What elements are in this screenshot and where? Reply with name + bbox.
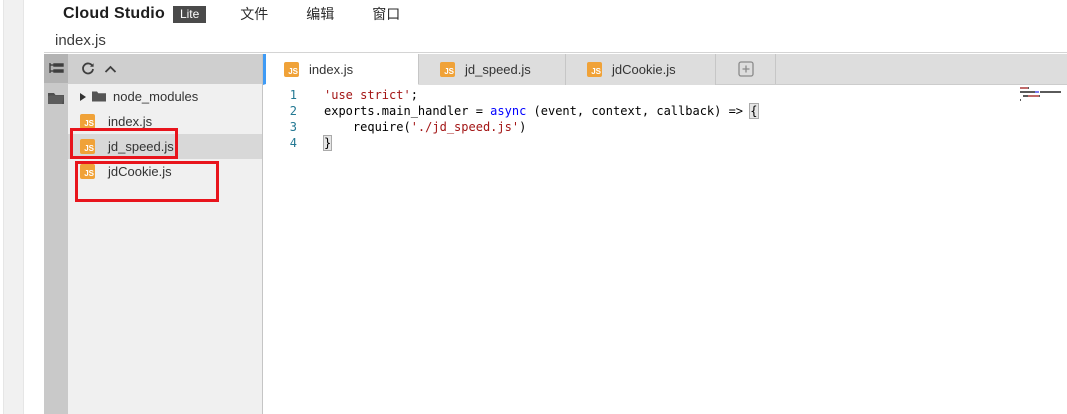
token-plain: ) [519,120,526,134]
tab-bar: JS index.js JS jd_speed.js JS jdCookie.js [263,54,1067,85]
tab-jd-speed-js[interactable]: JS jd_speed.js [419,54,566,85]
code-text: } [311,135,331,151]
minimap-line [1020,99,1066,101]
code-lines: 1'use strict';2exports.main_handler = as… [263,85,1067,151]
code-line-2[interactable]: 2exports.main_handler = async (event, co… [263,103,1067,119]
tab-label: jdCookie.js [612,62,676,77]
annotation-box-jd-speed [70,128,178,159]
main-content: node_modules JS index.js JS jd_speed.js JS jdC… [44,54,1067,414]
outline-tree-icon[interactable] [44,54,68,83]
code-editor[interactable]: 1'use strict';2exports.main_handler = as… [263,85,1067,414]
tab-label: index.js [309,62,353,77]
line-number: 4 [263,135,311,151]
menu-item-2[interactable]: 窗口 [372,4,400,24]
window-titlebar: index.js [44,28,1067,53]
tab-label: jd_speed.js [465,62,531,77]
token-plain: require( [324,120,411,134]
token-brace-match: } [324,136,331,150]
lite-badge: Lite [173,6,206,23]
line-number: 3 [263,119,311,135]
token-brace-match: { [750,104,757,118]
collapse-up-icon[interactable] [104,65,117,74]
plus-square-icon [738,61,754,77]
new-tab-button[interactable] [716,54,776,84]
menu-list: 文件 编辑 窗口 [240,4,438,24]
annotation-box-jdcookie [75,161,219,202]
code-text: 'use strict'; [311,87,418,103]
window-title: index.js [55,32,106,49]
menubar: Cloud Studio Lite 文件 编辑 窗口 [44,0,1067,28]
js-file-icon: JS [440,62,455,77]
minimap-line [1020,87,1066,89]
token-string: 'use strict' [324,88,411,102]
menu-item-0[interactable]: 文件 [240,4,268,24]
folder-icon [92,91,106,102]
line-number: 1 [263,87,311,103]
cloud-studio-app: Cloud Studio Lite 文件 编辑 窗口 index.js [44,0,1067,414]
minimap-line [1020,95,1066,97]
token-plain: exports.main_handler = [324,104,490,118]
tab-jdcookie-js[interactable]: JS jdCookie.js [566,54,716,85]
token-string: './jd_speed.js' [411,120,519,134]
js-file-icon: JS [284,62,299,77]
explorer-toolbar [68,54,262,84]
code-text: require('./jd_speed.js') [311,119,526,135]
file-label: node_modules [113,89,198,104]
minimap[interactable] [1020,87,1066,103]
folder-icon[interactable] [44,83,68,112]
token-keyword: async [490,104,526,118]
code-line-1[interactable]: 1'use strict'; [263,87,1067,103]
file-row-node-modules[interactable]: node_modules [68,84,262,109]
file-label: index.js [108,114,152,129]
app-logo: Cloud Studio [63,5,165,23]
token-plain: (event, context, callback) => [526,104,750,118]
tab-index-js[interactable]: JS index.js [263,54,419,85]
activity-bar [44,54,68,414]
file-explorer: node_modulesJSindex.jsJSjd_speed.jsJSjdC… [68,54,262,414]
page-left-scrollbar[interactable] [3,0,24,414]
js-file-icon: JS [80,114,95,129]
js-file-icon: JS [587,62,602,77]
code-line-4[interactable]: 4} [263,135,1067,151]
minimap-line [1020,91,1066,93]
expand-triangle-icon[interactable] [80,93,86,101]
code-line-3[interactable]: 3 require('./jd_speed.js') [263,119,1067,135]
code-text: exports.main_handler = async (event, con… [311,103,758,119]
menu-item-1[interactable]: 编辑 [306,4,334,24]
refresh-icon[interactable] [81,62,95,76]
editor-zone: JSindex.jsJSjd_speed.jsJSjdCookie.js 1'u… [262,54,1067,414]
token-plain: ; [411,88,418,102]
line-number: 2 [263,103,311,119]
